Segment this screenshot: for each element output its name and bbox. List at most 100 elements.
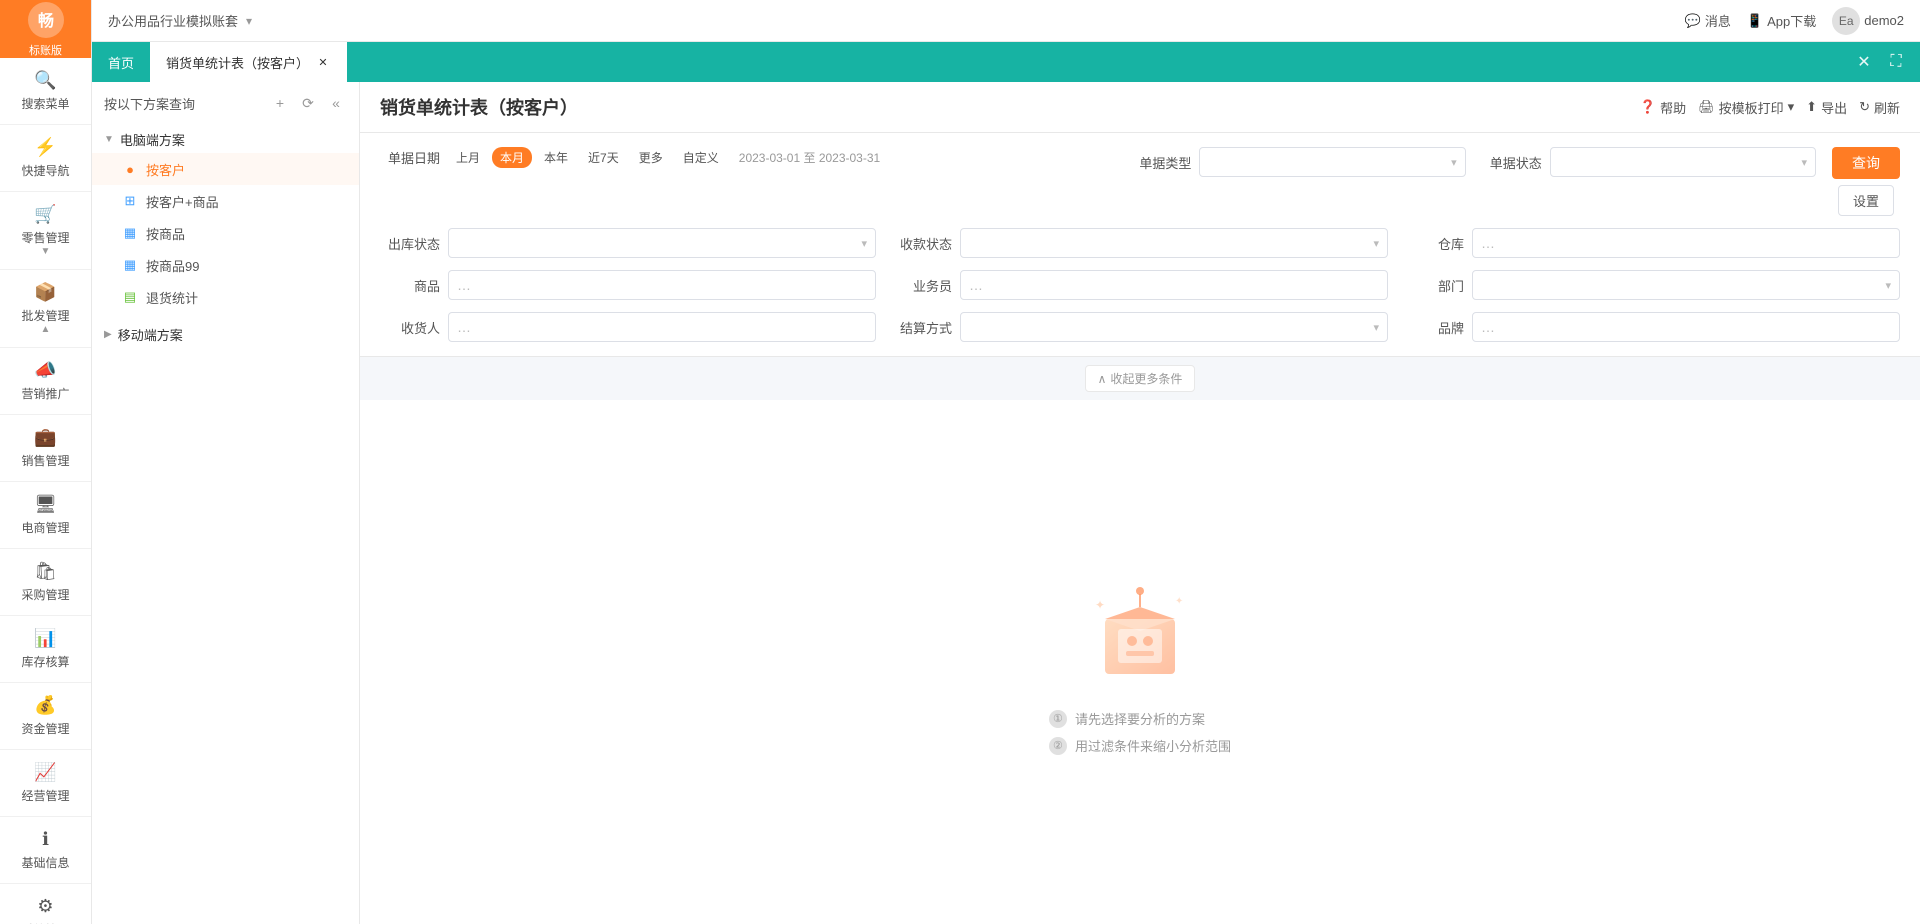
sidebar-item-ecommerce[interactable]: 🖥 电商管理	[0, 482, 91, 549]
return-stats-icon: ▤	[120, 287, 140, 307]
sidebar-item-wholesale[interactable]: 📦 批发管理 ▲	[0, 270, 91, 348]
main-content: 办公用品行业模拟账套 ▾ 💬 消息 📱 App下载 Ea demo2 首页	[92, 0, 1920, 924]
brand-select[interactable]: …	[1472, 312, 1900, 342]
tip1-text: 请先选择要分析的方案	[1075, 709, 1205, 728]
by-product99-label: 按商品99	[146, 256, 199, 275]
ecommerce-icon: 🖥	[34, 494, 57, 515]
refresh-label: 刷新	[1874, 98, 1900, 117]
settlement-label: 结算方式	[892, 318, 952, 337]
retail-arrow: ▼	[41, 246, 51, 257]
department-label: 部门	[1404, 276, 1464, 295]
sidebar-item-ecommerce-label: 电商管理	[21, 519, 69, 536]
tab-bar-close-btn[interactable]: ✕	[1852, 50, 1876, 74]
help-btn[interactable]: ❓ 帮助	[1640, 98, 1686, 117]
logo-text: 标账版	[29, 42, 62, 58]
warehouse-value: …	[1481, 235, 1495, 251]
empty-state: ✦ ✦ ① 请先选择要分析的方案 ② 用过滤条件来缩小分析范围	[360, 400, 1920, 924]
warehouse-select[interactable]: …	[1472, 228, 1900, 258]
order-status-select[interactable]: ▾	[1550, 147, 1816, 177]
print-btn[interactable]: 🖨 按模板打印 ▾	[1698, 98, 1794, 117]
sidebar-item-basic-info[interactable]: ℹ 基础信息	[0, 817, 91, 884]
refresh-scheme-btn[interactable]: ⟳	[297, 92, 319, 114]
header-left: 办公用品行业模拟账套 ▾	[108, 11, 252, 30]
help-icon: ❓	[1640, 99, 1656, 115]
sidebar-item-finance[interactable]: 💰 资金管理	[0, 683, 91, 750]
sidebar-item-marketing[interactable]: 📣 营销推广	[0, 348, 91, 415]
page-title: 销货单统计表（按客户）	[380, 94, 578, 120]
pc-group-label: 电脑端方案	[120, 130, 185, 149]
message-btn[interactable]: 💬 消息	[1685, 11, 1731, 30]
sidebar-item-inventory[interactable]: 📊 库存核算	[0, 616, 91, 683]
tab-bar-maximize-btn[interactable]: ⛶	[1884, 50, 1908, 74]
header-dropdown[interactable]: ▾	[246, 14, 252, 28]
sidebar-item-system[interactable]: ⚙ 系统管理	[0, 884, 91, 924]
sidebar-item-wholesale-label: 批发管理	[21, 307, 69, 324]
logo[interactable]: 畅 标账版	[0, 0, 92, 58]
by-product-label: 按商品	[146, 224, 185, 243]
finance-icon: 💰	[34, 695, 56, 716]
product-select[interactable]: …	[448, 270, 876, 300]
user-info[interactable]: Ea demo2	[1832, 7, 1904, 35]
scheme-item-return-stats[interactable]: ▤ 退货统计	[92, 281, 359, 313]
refresh-icon: ↻	[1859, 99, 1870, 115]
empty-tips: ① 请先选择要分析的方案 ② 用过滤条件来缩小分析范围	[1049, 709, 1231, 755]
by-customer-product-icon: ⊞	[120, 191, 140, 211]
search-icon: 🔍	[34, 70, 56, 91]
sidebar-item-purchase[interactable]: 🛍 采购管理	[0, 549, 91, 616]
sidebar-item-sales[interactable]: 💼 销售管理	[0, 415, 91, 482]
consignee-select[interactable]: …	[448, 312, 876, 342]
tab-sales-stats-label: 销货单统计表（按客户）	[166, 53, 309, 72]
collapse-scheme-btn[interactable]: «	[325, 92, 347, 114]
app-download-btn[interactable]: 📱 App下载	[1747, 11, 1816, 30]
payment-chevron: ▾	[1373, 237, 1379, 250]
svg-text:✦: ✦	[1095, 598, 1105, 612]
collapse-conditions-btn[interactable]: ∧ 收起更多条件	[1085, 365, 1196, 392]
left-panel: 按以下方案查询 + ⟳ « ▼ 电脑端方案 ● 按客户 ⊞ 按客户	[92, 82, 360, 924]
scheme-item-by-customer[interactable]: ● 按客户	[92, 153, 359, 185]
print-dropdown-icon: ▾	[1788, 99, 1795, 115]
tip1-num: ①	[1049, 710, 1067, 728]
add-scheme-btn[interactable]: +	[269, 92, 291, 114]
sidebar-item-operations[interactable]: 📈 经营管理	[0, 750, 91, 817]
date-tab-this-year[interactable]: 本年	[536, 147, 576, 168]
date-tab-more[interactable]: 更多	[631, 147, 671, 168]
settlement-select[interactable]: ▾	[960, 312, 1388, 342]
date-tab-custom[interactable]: 自定义	[675, 147, 727, 168]
sidebar-item-quick-nav[interactable]: ⚡ 快捷导航	[0, 125, 91, 192]
export-icon: ⬆	[1806, 99, 1817, 115]
settings-btn[interactable]: 设置	[1838, 185, 1894, 216]
order-type-select[interactable]: ▾	[1199, 147, 1465, 177]
outbound-select[interactable]: ▾	[448, 228, 876, 258]
date-tab-this-month[interactable]: 本月	[492, 147, 532, 168]
salesperson-select[interactable]: …	[960, 270, 1388, 300]
wholesale-arrow: ▲	[41, 324, 51, 335]
tab-home[interactable]: 首页	[92, 42, 150, 82]
message-icon: 💬	[1685, 13, 1701, 29]
scheme-item-by-customer-product[interactable]: ⊞ 按客户+商品	[92, 185, 359, 217]
download-icon: 📱	[1747, 13, 1763, 29]
tab-sales-stats[interactable]: 销货单统计表（按客户） ✕	[150, 42, 347, 82]
date-tab-last7[interactable]: 近7天	[580, 147, 627, 168]
refresh-btn[interactable]: ↻ 刷新	[1859, 98, 1900, 117]
query-btn[interactable]: 查询	[1832, 147, 1900, 179]
by-customer-icon: ●	[120, 159, 140, 179]
pc-scheme-group-header[interactable]: ▼ 电脑端方案	[92, 126, 359, 153]
date-tabs: 上月 本月 本年 近7天 更多 自定义 2023-03-01 至 2023-03…	[448, 147, 880, 168]
sidebar-item-search-label: 搜索菜单	[21, 95, 69, 112]
mobile-group-label: 移动端方案	[118, 325, 183, 344]
purchase-icon: 🛍	[34, 561, 57, 582]
department-select[interactable]: ▾	[1472, 270, 1900, 300]
order-status-chevron: ▾	[1801, 156, 1807, 169]
date-tab-last-month[interactable]: 上月	[448, 147, 488, 168]
by-product-icon: ▦	[120, 223, 140, 243]
scheme-item-by-product99[interactable]: ▦ 按商品99	[92, 249, 359, 281]
scheme-item-by-product[interactable]: ▦ 按商品	[92, 217, 359, 249]
mobile-scheme-header[interactable]: ▶ 移动端方案	[92, 321, 359, 348]
order-type-label: 单据类型	[1131, 153, 1191, 172]
sidebar-item-retail[interactable]: 🛒 零售管理 ▼	[0, 192, 91, 270]
payment-select[interactable]: ▾	[960, 228, 1388, 258]
export-btn[interactable]: ⬆ 导出	[1806, 98, 1847, 117]
svg-text:畅: 畅	[37, 11, 53, 30]
tab-close-btn[interactable]: ✕	[315, 54, 331, 70]
sidebar-item-search[interactable]: 🔍 搜索菜单	[0, 58, 91, 125]
